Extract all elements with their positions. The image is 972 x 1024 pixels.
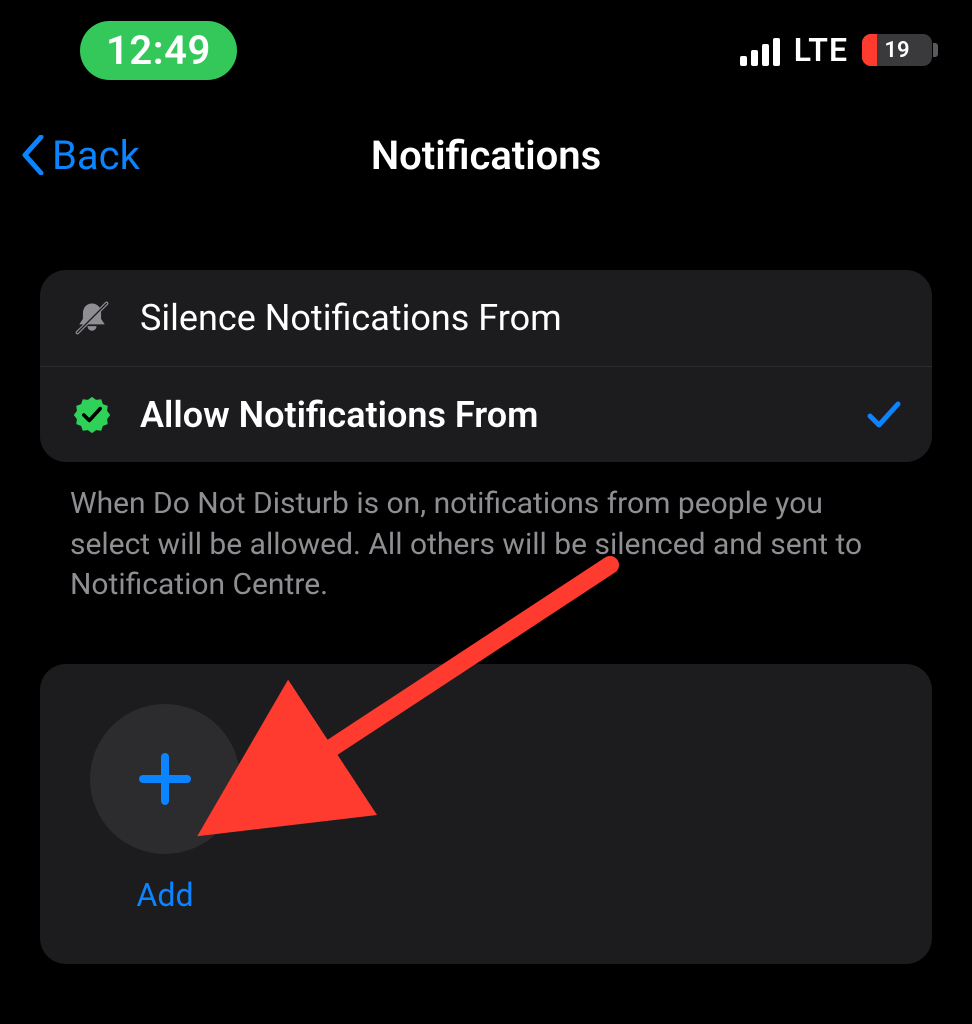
add-people-card: Add bbox=[40, 664, 932, 964]
option-allow-notifications[interactable]: Allow Notifications From bbox=[40, 366, 932, 462]
add-label: Add bbox=[137, 876, 194, 914]
add-button[interactable]: Add bbox=[90, 704, 240, 914]
battery-tip bbox=[933, 43, 938, 57]
content: Silence Notifications From Allow Notific… bbox=[0, 210, 972, 964]
battery-icon: 19 bbox=[862, 34, 932, 66]
status-bar: 12:49 LTE 19 bbox=[0, 0, 972, 100]
status-indicators: LTE 19 bbox=[740, 31, 932, 69]
back-button[interactable]: Back bbox=[20, 132, 140, 179]
back-label: Back bbox=[52, 132, 140, 179]
option-label: Allow Notifications From bbox=[140, 394, 840, 436]
notification-mode-group: Silence Notifications From Allow Notific… bbox=[40, 270, 932, 462]
status-time: 12:49 bbox=[80, 21, 237, 80]
network-type-label: LTE bbox=[794, 31, 848, 69]
verified-badge-icon bbox=[70, 393, 114, 437]
bell-slash-icon bbox=[70, 296, 114, 340]
option-silence-notifications[interactable]: Silence Notifications From bbox=[40, 270, 932, 366]
add-circle bbox=[90, 704, 240, 854]
section-footer: When Do Not Disturb is on, notifications… bbox=[40, 462, 932, 606]
nav-header: Back Notifications bbox=[0, 100, 972, 210]
option-label: Silence Notifications From bbox=[140, 297, 902, 339]
plus-icon bbox=[137, 751, 193, 807]
page-title: Notifications bbox=[0, 132, 972, 179]
cellular-signal-icon bbox=[740, 34, 780, 66]
checkmark-icon bbox=[866, 397, 902, 433]
battery-percent: 19 bbox=[862, 38, 932, 63]
chevron-left-icon bbox=[20, 135, 46, 175]
